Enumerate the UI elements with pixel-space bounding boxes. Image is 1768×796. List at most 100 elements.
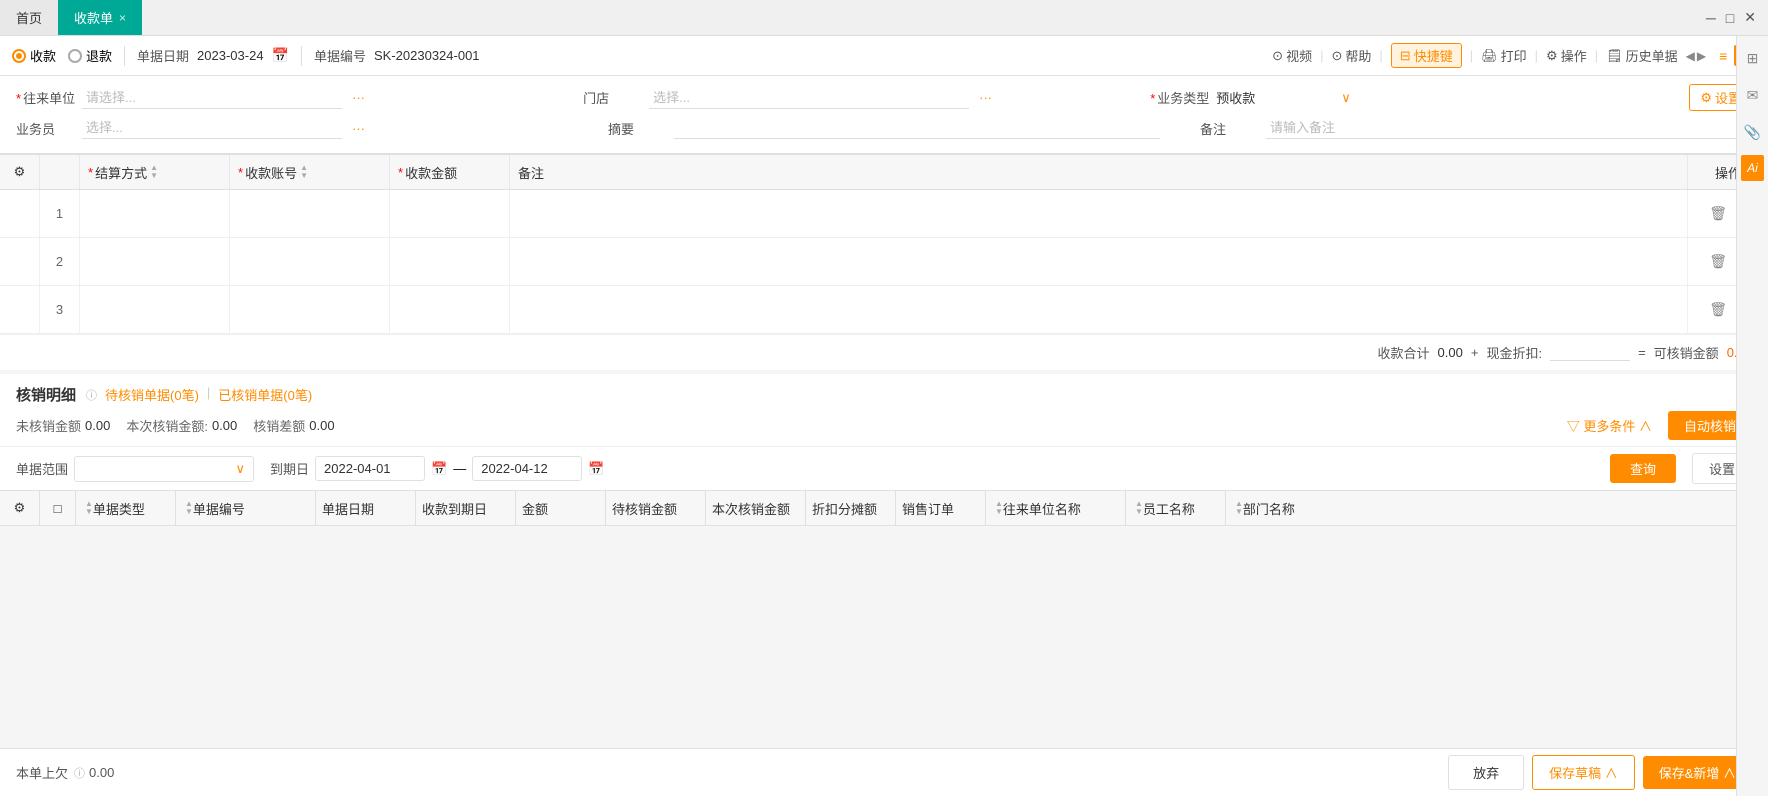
td-amount-2[interactable] bbox=[390, 238, 510, 285]
notes-input[interactable] bbox=[1266, 117, 1752, 139]
dth-due: 收款到期日 bbox=[416, 491, 516, 525]
td-settlement-3[interactable] bbox=[80, 286, 230, 333]
sort-arrows[interactable]: ▲▼ bbox=[150, 164, 158, 180]
dth-check[interactable]: □ bbox=[40, 491, 76, 525]
home-tab-label: 首页 bbox=[16, 8, 42, 27]
sort-number[interactable]: ▲▼ bbox=[185, 500, 193, 516]
th-notes-label: 备注 bbox=[518, 163, 544, 182]
maximize-button[interactable]: □ bbox=[1726, 10, 1734, 26]
section-tabs: 待核销单据(0笔) | 已核销单据(0笔) bbox=[105, 385, 312, 404]
calendar-start-icon[interactable]: 📅 bbox=[431, 461, 447, 477]
done-tab[interactable]: 已核销单据(0笔) bbox=[218, 385, 312, 404]
save-draft-button[interactable]: 保存草稿 ∧ bbox=[1532, 755, 1635, 790]
dth-counterparty-label: 往来单位名称 bbox=[1003, 499, 1081, 518]
store-input[interactable] bbox=[649, 87, 969, 109]
home-tab[interactable]: 首页 bbox=[0, 0, 58, 35]
sidebar-attach-icon[interactable]: 📎 bbox=[1738, 118, 1767, 147]
range-select[interactable]: ∨ bbox=[74, 456, 254, 482]
refund-radio[interactable]: 退款 bbox=[68, 46, 112, 65]
discount-label: 现金折扣: bbox=[1486, 343, 1542, 362]
discount-input[interactable] bbox=[1550, 345, 1630, 361]
video-label: 视频 bbox=[1286, 46, 1312, 65]
td-settings-1 bbox=[0, 190, 40, 237]
delete-icon-1[interactable]: 🗑 bbox=[1709, 205, 1727, 222]
td-notes-3[interactable] bbox=[510, 286, 1688, 333]
sort-counterparty[interactable]: ▲▼ bbox=[995, 500, 1003, 516]
discard-button[interactable]: 放弃 bbox=[1448, 755, 1524, 790]
dth-staff-label: 员工名称 bbox=[1143, 499, 1195, 518]
summary-input[interactable] bbox=[674, 117, 1160, 139]
td-notes-2[interactable] bbox=[510, 238, 1688, 285]
receipt-table: ⚙ * 结算方式 ▲▼ * 收款账号 ▲▼ * 收款金额 备注 操作 1 bbox=[0, 154, 1768, 370]
window-controls: ─ □ ✕ bbox=[1694, 9, 1768, 26]
sort-arrows2[interactable]: ▲▼ bbox=[300, 164, 308, 180]
td-account-3[interactable] bbox=[230, 286, 390, 333]
td-amount-3[interactable] bbox=[390, 286, 510, 333]
td-account-2[interactable] bbox=[230, 238, 390, 285]
sidebar-table-icon[interactable]: ⊞ bbox=[1741, 44, 1765, 73]
operation-action[interactable]: ⚙ 操作 bbox=[1546, 46, 1587, 65]
receipt-label: 收款 bbox=[30, 46, 56, 65]
prev-arrow[interactable]: ◀ bbox=[1686, 49, 1695, 63]
help-action[interactable]: ⊙ 帮助 bbox=[1331, 46, 1371, 65]
form-row-2: 业务员 ··· 摘要 备注 bbox=[16, 117, 1752, 139]
receipt-radio[interactable]: 收款 bbox=[12, 46, 56, 65]
current-item: 本次核销金额: 0.00 bbox=[126, 416, 237, 435]
store-more-icon[interactable]: ··· bbox=[975, 90, 996, 105]
list-view-btn[interactable]: ≡ bbox=[1714, 46, 1732, 66]
sidebar-mail-icon[interactable]: ✉ bbox=[1741, 81, 1765, 110]
sort-dept[interactable]: ▲▼ bbox=[1235, 500, 1243, 516]
counterparty-input[interactable] bbox=[82, 87, 342, 109]
calendar-end-icon[interactable]: 📅 bbox=[588, 461, 604, 477]
diff-label: 核销差额 bbox=[253, 416, 305, 435]
query-button[interactable]: 查询 bbox=[1610, 454, 1676, 483]
shortcut-button[interactable]: ⊟ 快捷键 bbox=[1391, 43, 1462, 68]
summary-row: 收款合计 0.00 + 现金折扣: = 可核销金额 0.00 bbox=[0, 334, 1768, 370]
notes-field: 备注 bbox=[1200, 117, 1752, 139]
info-icon[interactable]: ⓘ bbox=[86, 387, 97, 403]
next-arrow[interactable]: ▶ bbox=[1697, 49, 1706, 63]
business-type-label: 业务类型 bbox=[1150, 88, 1210, 107]
business-type-dropdown[interactable]: ∨ bbox=[1341, 90, 1351, 106]
pending-tab[interactable]: 待核销单据(0笔) bbox=[105, 385, 199, 404]
receipt-tab[interactable]: 收款单 × bbox=[58, 0, 142, 35]
more-conditions-btn[interactable]: ▽ 更多条件 ∧ bbox=[1567, 416, 1652, 435]
td-settlement-1[interactable] bbox=[80, 190, 230, 237]
close-button[interactable]: ✕ bbox=[1744, 9, 1756, 26]
diff-value: 0.00 bbox=[309, 418, 334, 433]
calendar-icon[interactable]: 📅 bbox=[272, 47, 289, 64]
date-label: 单据日期 bbox=[137, 46, 189, 65]
close-tab-icon[interactable]: × bbox=[119, 11, 126, 25]
current-label: 本次核销金额: bbox=[126, 416, 208, 435]
store-label: 门店 bbox=[583, 88, 643, 107]
dth-amount-label: 金额 bbox=[522, 499, 548, 518]
due-date-start[interactable] bbox=[315, 456, 425, 481]
th-settings[interactable]: ⚙ bbox=[0, 155, 40, 189]
history-action[interactable]: 🗒 历史单据 bbox=[1606, 46, 1678, 65]
td-notes-1[interactable] bbox=[510, 190, 1688, 237]
dth-amount: 金额 bbox=[516, 491, 606, 525]
td-account-1[interactable] bbox=[230, 190, 390, 237]
operation-label: 操作 bbox=[1561, 46, 1587, 65]
dth-settings[interactable]: ⚙ bbox=[0, 491, 40, 525]
due-date-filter: 到期日 📅 — 📅 bbox=[270, 456, 604, 481]
th-account: * 收款账号 ▲▼ bbox=[230, 155, 390, 189]
delete-icon-3[interactable]: 🗑 bbox=[1709, 301, 1727, 318]
td-settlement-2[interactable] bbox=[80, 238, 230, 285]
video-action[interactable]: ⊙ 视频 bbox=[1272, 46, 1312, 65]
due-date-end[interactable] bbox=[472, 456, 582, 481]
delete-icon-2[interactable]: 🗑 bbox=[1709, 253, 1727, 270]
counterparty-more-icon[interactable]: ··· bbox=[348, 90, 369, 105]
staff-input[interactable] bbox=[82, 117, 342, 139]
td-amount-1[interactable] bbox=[390, 190, 510, 237]
minimize-button[interactable]: ─ bbox=[1706, 10, 1716, 26]
bottom-info-icon[interactable]: ⓘ bbox=[74, 765, 85, 781]
dth-staff: ▲▼ 员工名称 bbox=[1126, 491, 1226, 525]
sort-staff[interactable]: ▲▼ bbox=[1135, 500, 1143, 516]
sidebar-ai-icon[interactable]: Ai bbox=[1741, 155, 1764, 181]
operation-icon: ⚙ bbox=[1546, 48, 1558, 64]
staff-more-icon[interactable]: ··· bbox=[348, 121, 369, 136]
print-action[interactable]: 🖨 打印 bbox=[1481, 46, 1527, 65]
sort-type[interactable]: ▲▼ bbox=[85, 500, 93, 516]
th-account-label: 收款账号 bbox=[245, 163, 297, 182]
